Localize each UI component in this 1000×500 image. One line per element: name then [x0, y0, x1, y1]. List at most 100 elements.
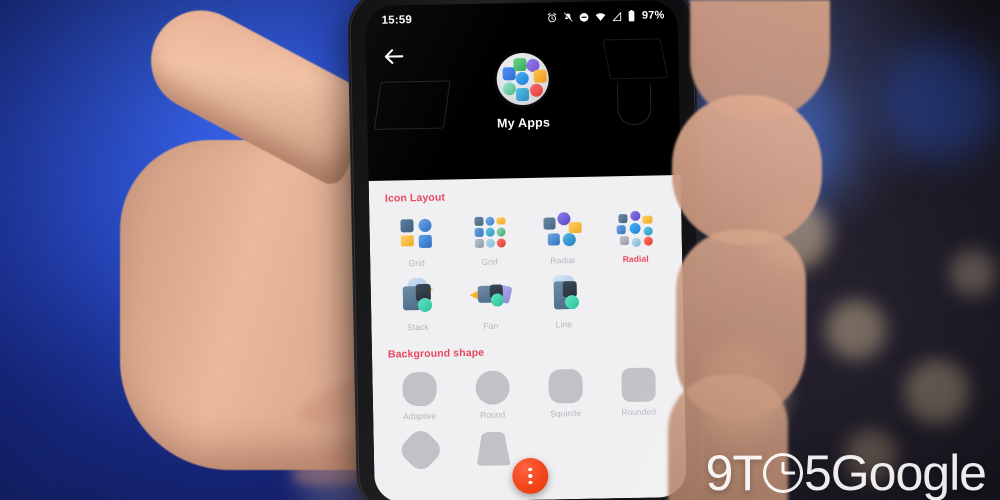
do-not-disturb-icon	[580, 12, 589, 22]
shape-option-slot	[602, 428, 676, 463]
layout-option-grid-3x3[interactable]: Grid	[452, 210, 526, 267]
watermark-text-after: 5Google	[803, 445, 987, 500]
preview-icon	[643, 236, 653, 246]
preview-icon	[485, 238, 495, 248]
shape-swatch-teardrop	[476, 431, 511, 466]
layout-preview-grid-2x2	[393, 214, 440, 255]
icon-layout-options-row-1: Grid Grid Radial Radial	[369, 205, 682, 269]
status-icons: 97%	[547, 9, 665, 23]
preview-icon	[641, 215, 653, 224]
vibrate-off-icon	[563, 12, 574, 22]
background-shape-row-1: Adaptive Round Squircle Rounded	[372, 361, 685, 422]
back-button[interactable]	[380, 43, 406, 69]
layout-option-label: Radial	[550, 255, 576, 266]
wallpaper-ghost-shape	[602, 38, 669, 80]
three-dots-vertical-icon	[528, 474, 533, 478]
layout-option-radial-9[interactable]: Radial	[598, 207, 672, 264]
layout-option-radial-5[interactable]: Radial	[525, 209, 599, 266]
folder-header: My Apps	[365, 30, 681, 182]
layout-option-label: Radial	[622, 253, 649, 265]
preview-icon	[418, 234, 432, 249]
folder-name: My Apps	[496, 115, 551, 131]
three-dots-vertical-icon	[528, 467, 533, 472]
battery-percent: 97%	[641, 9, 665, 22]
app-mini-icon	[533, 69, 547, 83]
shape-swatch-diamond	[396, 426, 445, 475]
three-dots-vertical-icon	[528, 480, 533, 485]
preview-icon	[629, 210, 640, 221]
app-mini-icon	[513, 57, 527, 72]
icon-layout-options-row-2: Stack Fan Line	[370, 263, 683, 333]
preview-icon	[567, 221, 582, 234]
shape-swatch-squircle	[547, 368, 583, 404]
app-mini-icon	[515, 87, 530, 102]
preview-icon	[562, 233, 576, 247]
preview-icon	[496, 238, 506, 248]
phone-device: 15:59 97% My Apps Icon Layout Grid Grid …	[346, 0, 706, 500]
preview-icon	[643, 226, 653, 236]
layout-option-label: Stack	[406, 321, 429, 333]
preview-icon	[629, 222, 641, 235]
battery-icon	[628, 9, 635, 22]
app-mini-icon	[515, 71, 529, 86]
shape-swatch-adaptive	[401, 371, 437, 407]
shape-option-label: Rounded	[621, 406, 656, 418]
layout-option-label: Grid	[481, 256, 499, 267]
layout-option-label: Grid	[408, 257, 426, 269]
shape-option-squircle[interactable]: Squircle	[528, 368, 602, 419]
preview-icon	[616, 225, 626, 235]
preview-icon	[490, 293, 504, 307]
layout-option-grid-2x2[interactable]: Grid	[379, 211, 453, 268]
app-mini-icon	[529, 83, 544, 97]
app-mini-icon	[502, 82, 517, 96]
preview-icon	[417, 218, 432, 233]
preview-icon	[473, 216, 484, 226]
preview-icon	[564, 295, 579, 310]
palm	[120, 140, 453, 500]
preview-icon	[474, 227, 484, 237]
shape-swatch-rounded	[620, 367, 656, 403]
preview-icon	[400, 235, 414, 247]
watermark-text-before: 9T	[705, 445, 763, 500]
shape-option-rounded[interactable]: Rounded	[601, 367, 675, 417]
layout-option-empty-slot	[599, 271, 673, 328]
alarm-icon	[548, 12, 557, 22]
back-arrow-icon	[384, 49, 403, 64]
shape-swatch-round	[474, 370, 510, 405]
layout-option-label: Line	[555, 319, 573, 330]
preview-icon	[484, 216, 495, 226]
shape-option-label: Adaptive	[403, 410, 437, 422]
phone-screen: 15:59 97% My Apps Icon Layout Grid Grid …	[365, 0, 687, 500]
preview-icon	[631, 237, 641, 247]
preview-icon	[474, 238, 484, 248]
shape-option-label: Squircle	[550, 407, 582, 419]
shape-option-round[interactable]: Round	[455, 370, 529, 420]
wallpaper-ghost-shape	[616, 82, 652, 126]
layout-option-line[interactable]: Line	[526, 273, 600, 330]
status-time: 15:59	[381, 14, 413, 27]
layout-option-stack[interactable]: Stack	[380, 275, 454, 332]
layout-option-fan[interactable]: Fan	[453, 274, 527, 331]
layout-preview-fan	[467, 276, 514, 317]
clock-icon	[762, 453, 803, 493]
preview-icon	[485, 227, 495, 237]
layout-preview-radial-5	[539, 211, 586, 252]
empty-preview	[613, 273, 660, 314]
signal-icon	[613, 11, 622, 21]
preview-icon	[547, 233, 560, 246]
folder-preview-icon[interactable]	[496, 52, 550, 106]
layout-preview-grid-3x3	[466, 212, 513, 253]
shape-option-label: Round	[480, 409, 506, 420]
overflow-menu-fab[interactable]	[511, 457, 549, 495]
wallpaper-ghost-shape	[373, 80, 451, 130]
shape-option-adaptive[interactable]: Adaptive	[382, 371, 456, 421]
watermark-9to5google: 9T 5Google	[705, 445, 987, 500]
folder-settings-sheet: Icon Layout Grid Grid Radial Radial Stac…	[368, 175, 687, 500]
shape-option-slot	[529, 430, 603, 465]
shape-option-diamond[interactable]	[384, 426, 458, 475]
preview-icon	[399, 219, 414, 233]
preview-icon	[617, 214, 628, 224]
preview-icon	[542, 217, 556, 230]
layout-preview-radial-9	[612, 209, 659, 250]
preview-icon	[495, 217, 506, 225]
